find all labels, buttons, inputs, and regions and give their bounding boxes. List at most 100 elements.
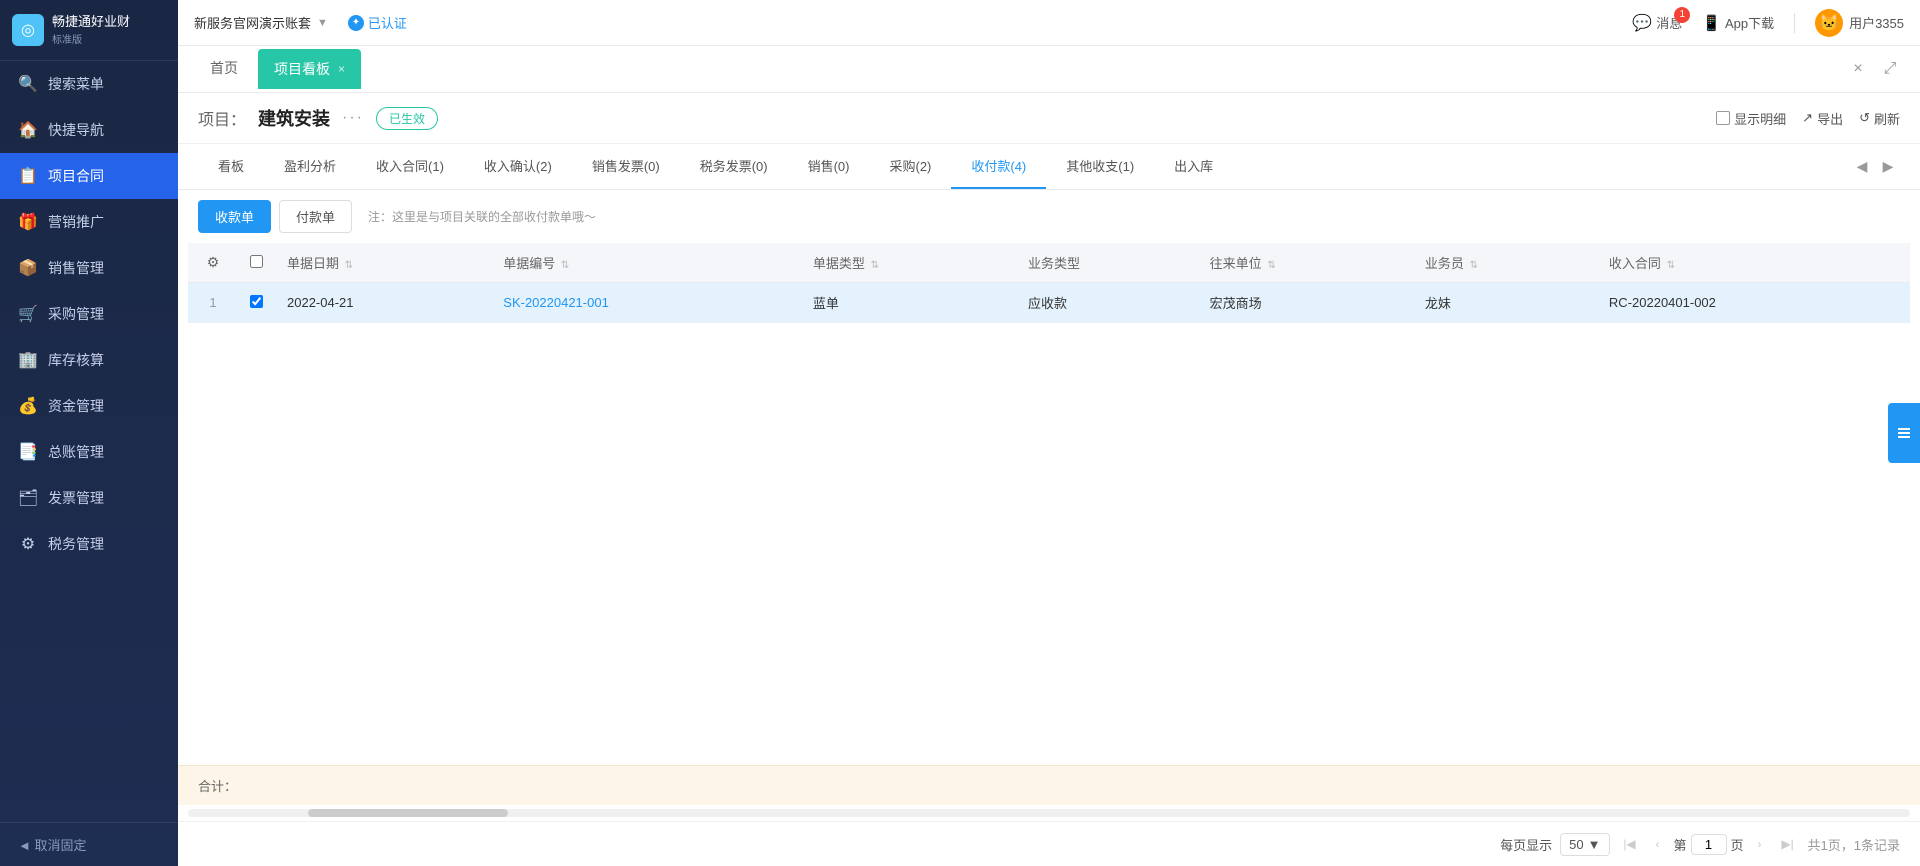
subtab-prev-button[interactable]: ◀: [1850, 155, 1874, 179]
table-section: 收款单 付款单 注：这里是与项目关联的全部收付款单哦～ ⚙: [178, 190, 1920, 866]
user-menu[interactable]: 🐱 用户3355: [1815, 9, 1904, 37]
project-header-actions: 显示明细 ↗ 导出 ↺ 刷新: [1716, 109, 1900, 128]
subtab-sales-invoice[interactable]: 销售发票(0): [572, 144, 680, 189]
show-detail-action[interactable]: 显示明细: [1716, 109, 1786, 128]
data-table: ⚙ 单据日期 ⇅ 单据编号 ⇅: [188, 243, 1910, 323]
export-button[interactable]: ↗ 导出: [1802, 109, 1843, 128]
subtab-profit-label: 盈利分析: [284, 159, 336, 174]
shield-icon: ✦: [348, 15, 364, 31]
tab-project-board[interactable]: 项目看板 ×: [258, 49, 361, 89]
sidebar-item-purchase[interactable]: 🛒 采购管理: [0, 291, 178, 337]
sidebar-item-label: 库存核算: [48, 350, 104, 370]
select-all-checkbox[interactable]: [250, 255, 263, 268]
td-checkbox[interactable]: [238, 283, 275, 323]
sidebar-item-label: 发票管理: [48, 488, 104, 508]
subtab-nav: ◀ ▶: [1850, 155, 1900, 179]
subtab-purchase[interactable]: 采购(2): [869, 144, 951, 189]
subtab-other[interactable]: 其他收支(1): [1046, 144, 1154, 189]
chevron-down-icon[interactable]: ▼: [317, 17, 328, 29]
sidebar-item-ledger[interactable]: 📑 总账管理: [0, 429, 178, 475]
sort-icon: ⇅: [1267, 260, 1275, 271]
subtab-sales[interactable]: 销售(0): [788, 144, 870, 189]
window-close-button[interactable]: ×: [1844, 55, 1872, 83]
subtab-other-label: 其他收支(1): [1066, 159, 1134, 174]
receipt-toggle-button[interactable]: 收款单: [198, 200, 271, 233]
th-number[interactable]: 单据编号 ⇅: [491, 243, 801, 283]
scrollbar-thumb[interactable]: [308, 809, 508, 817]
total-info: 共1页，1条记录: [1808, 835, 1900, 854]
subtab-income-confirm[interactable]: 收入确认(2): [464, 144, 572, 189]
th-salesman[interactable]: 业务员 ⇅: [1413, 243, 1597, 283]
topbar-project-name: 新服务官网演示账套: [194, 13, 311, 32]
show-detail-checkbox[interactable]: [1716, 111, 1730, 125]
th-type[interactable]: 单据类型 ⇅: [801, 243, 1016, 283]
row-checkbox[interactable]: [250, 295, 263, 308]
first-page-icon: |◀: [1623, 837, 1635, 851]
refresh-label: 刷新: [1874, 109, 1900, 128]
sidebar-logo-info: 畅捷通好业财 标准版: [52, 14, 130, 46]
td-type: 蓝单: [801, 283, 1016, 323]
th-number-label: 单据编号: [503, 256, 555, 271]
right-panel-toggle[interactable]: [1888, 403, 1920, 463]
refresh-button[interactable]: ↺ 刷新: [1859, 109, 1900, 128]
payment-toggle-button[interactable]: 付款单: [279, 200, 352, 233]
topbar-project[interactable]: 新服务官网演示账套 ▼: [194, 13, 328, 32]
th-date[interactable]: 单据日期 ⇅: [275, 243, 491, 283]
per-page-select[interactable]: 50 ▼: [1560, 833, 1609, 856]
app-download-button[interactable]: 📱 App下载: [1702, 13, 1774, 32]
avatar: 🐱: [1815, 9, 1843, 37]
th-biz-type: 业务类型: [1016, 243, 1198, 283]
last-page-icon: ▶|: [1781, 837, 1793, 851]
sidebar-item-sales[interactable]: 📦 销售管理: [0, 245, 178, 291]
th-partner[interactable]: 往来单位 ⇅: [1198, 243, 1413, 283]
subtab-sales-invoice-label: 销售发票(0): [592, 159, 660, 174]
td-income-contract: RC-20220401-002: [1597, 283, 1910, 323]
sidebar: ◎ 畅捷通好业财 标准版 🔍 搜索菜单 🏠 快捷导航 📋 项目合同 🎁 营销推广…: [0, 0, 178, 866]
refresh-icon: ↺: [1859, 110, 1870, 126]
unpin-button[interactable]: ◄ 取消固定: [0, 822, 178, 866]
subtab-income-confirm-label: 收入确认(2): [484, 159, 552, 174]
subtab-income-contract[interactable]: 收入合同(1): [356, 144, 464, 189]
sidebar-item-tax[interactable]: ⚙ 税务管理: [0, 521, 178, 567]
sidebar-item-search[interactable]: 🔍 搜索菜单: [0, 61, 178, 107]
scrollbar-track: [188, 809, 1910, 817]
sidebar-item-marketing[interactable]: 🎁 营销推广: [0, 199, 178, 245]
tab-home[interactable]: 首页: [194, 46, 254, 92]
subtab-profit[interactable]: 盈利分析: [264, 144, 356, 189]
export-icon: ↗: [1802, 110, 1813, 126]
th-income-contract[interactable]: 收入合同 ⇅: [1597, 243, 1910, 283]
sidebar-item-contract[interactable]: 📋 项目合同: [0, 153, 178, 199]
sidebar-item-inventory[interactable]: 🏢 库存核算: [0, 337, 178, 383]
th-checkbox[interactable]: [238, 243, 275, 283]
th-biz-type-label: 业务类型: [1028, 256, 1080, 271]
phone-icon: 📱: [1702, 14, 1721, 32]
sidebar-item-invoice[interactable]: 🗂 发票管理: [0, 475, 178, 521]
next-page-button[interactable]: ›: [1748, 832, 1772, 856]
subtab-kanban[interactable]: 看板: [198, 144, 264, 189]
subtab-tax-invoice[interactable]: 税务发票(0): [680, 144, 788, 189]
td-number[interactable]: SK-20220421-001: [491, 283, 801, 323]
th-settings[interactable]: ⚙: [188, 243, 238, 283]
message-button[interactable]: 💬 消息 1: [1632, 13, 1682, 33]
subtab-inout[interactable]: 出入库: [1154, 144, 1233, 189]
project-more-icon[interactable]: ···: [342, 109, 364, 127]
settings-icon[interactable]: ⚙: [207, 254, 220, 270]
subtab-next-button[interactable]: ▶: [1876, 155, 1900, 179]
first-page-button[interactable]: |◀: [1618, 832, 1642, 856]
table-row[interactable]: 1 2022-04-21 SK-20220421-001 蓝单 应收款 宏茂商场: [188, 283, 1910, 323]
window-maximize-button[interactable]: ⤢: [1876, 55, 1904, 83]
tab-close-icon[interactable]: ×: [338, 62, 345, 76]
sidebar-item-quicknav[interactable]: 🏠 快捷导航: [0, 107, 178, 153]
contract-icon: 📋: [18, 166, 38, 186]
document-number-link[interactable]: SK-20220421-001: [503, 295, 609, 310]
invoice-icon: 🗂: [18, 488, 38, 508]
sidebar-item-label: 税务管理: [48, 534, 104, 554]
per-page-label: 每页显示: [1500, 835, 1552, 854]
last-page-button[interactable]: ▶|: [1776, 832, 1800, 856]
subtab-receipts[interactable]: 收付款(4): [951, 144, 1046, 189]
sidebar-item-finance[interactable]: 💰 资金管理: [0, 383, 178, 429]
horizontal-scrollbar[interactable]: [178, 805, 1920, 821]
td-index: 1: [188, 283, 238, 323]
prev-page-button[interactable]: ‹: [1646, 832, 1670, 856]
page-number-input[interactable]: [1691, 834, 1727, 855]
